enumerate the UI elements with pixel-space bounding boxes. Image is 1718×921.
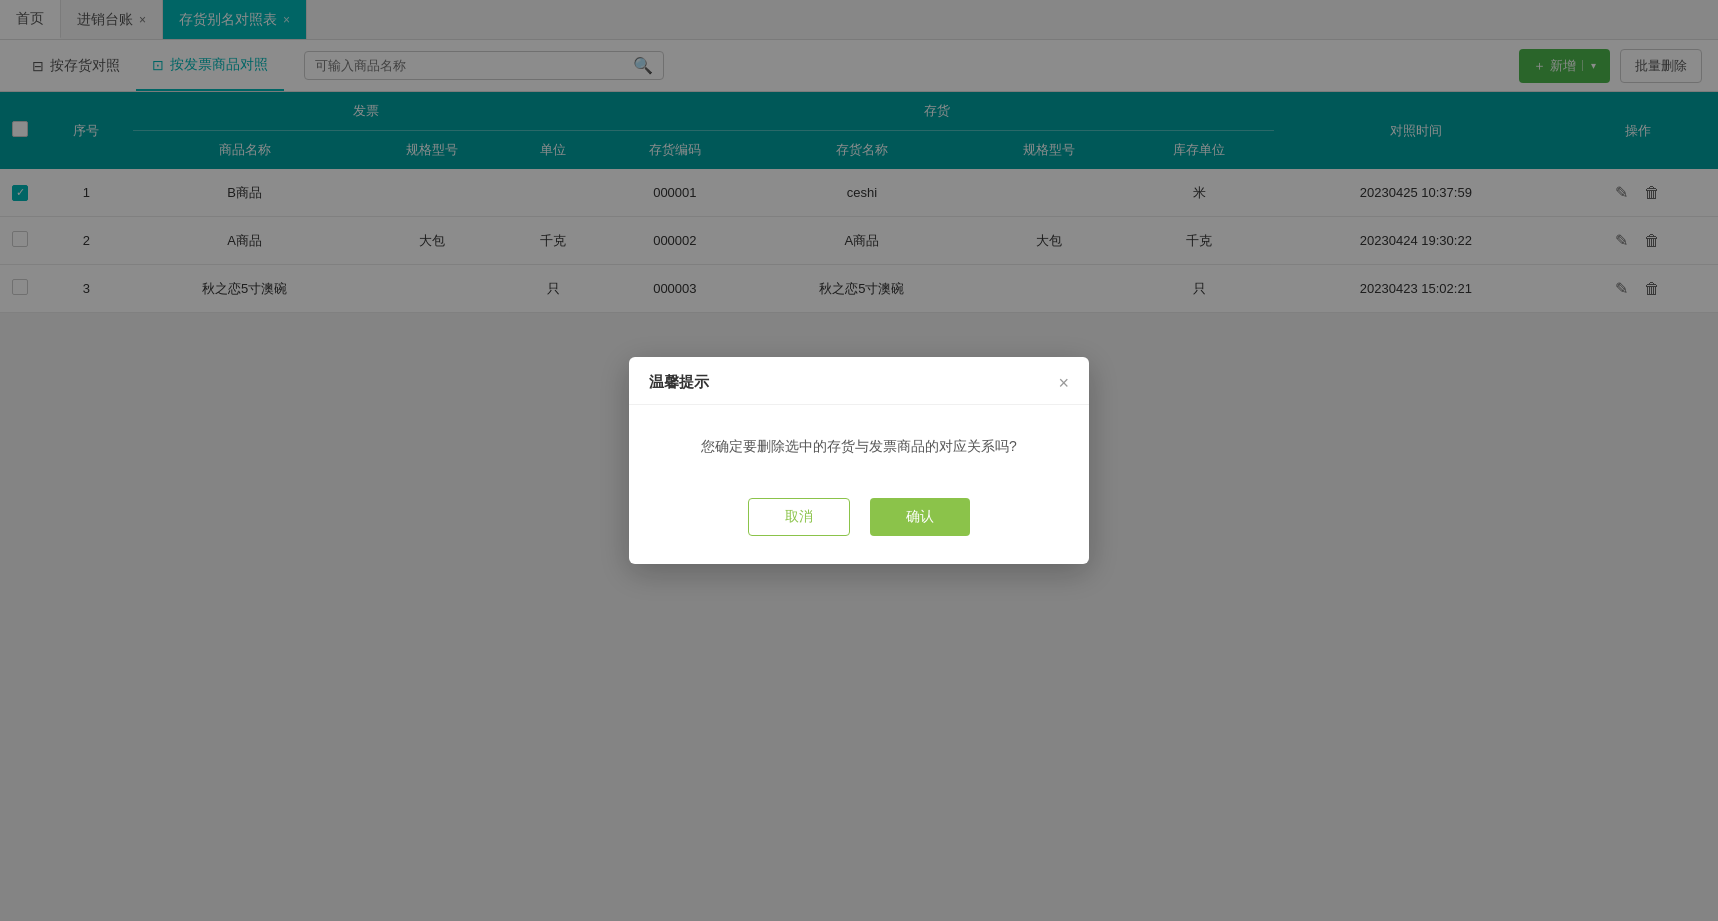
dialog-overlay: 温馨提示 × 您确定要删除选中的存货与发票商品的对应关系吗? 取消 确认 [0, 0, 1718, 313]
